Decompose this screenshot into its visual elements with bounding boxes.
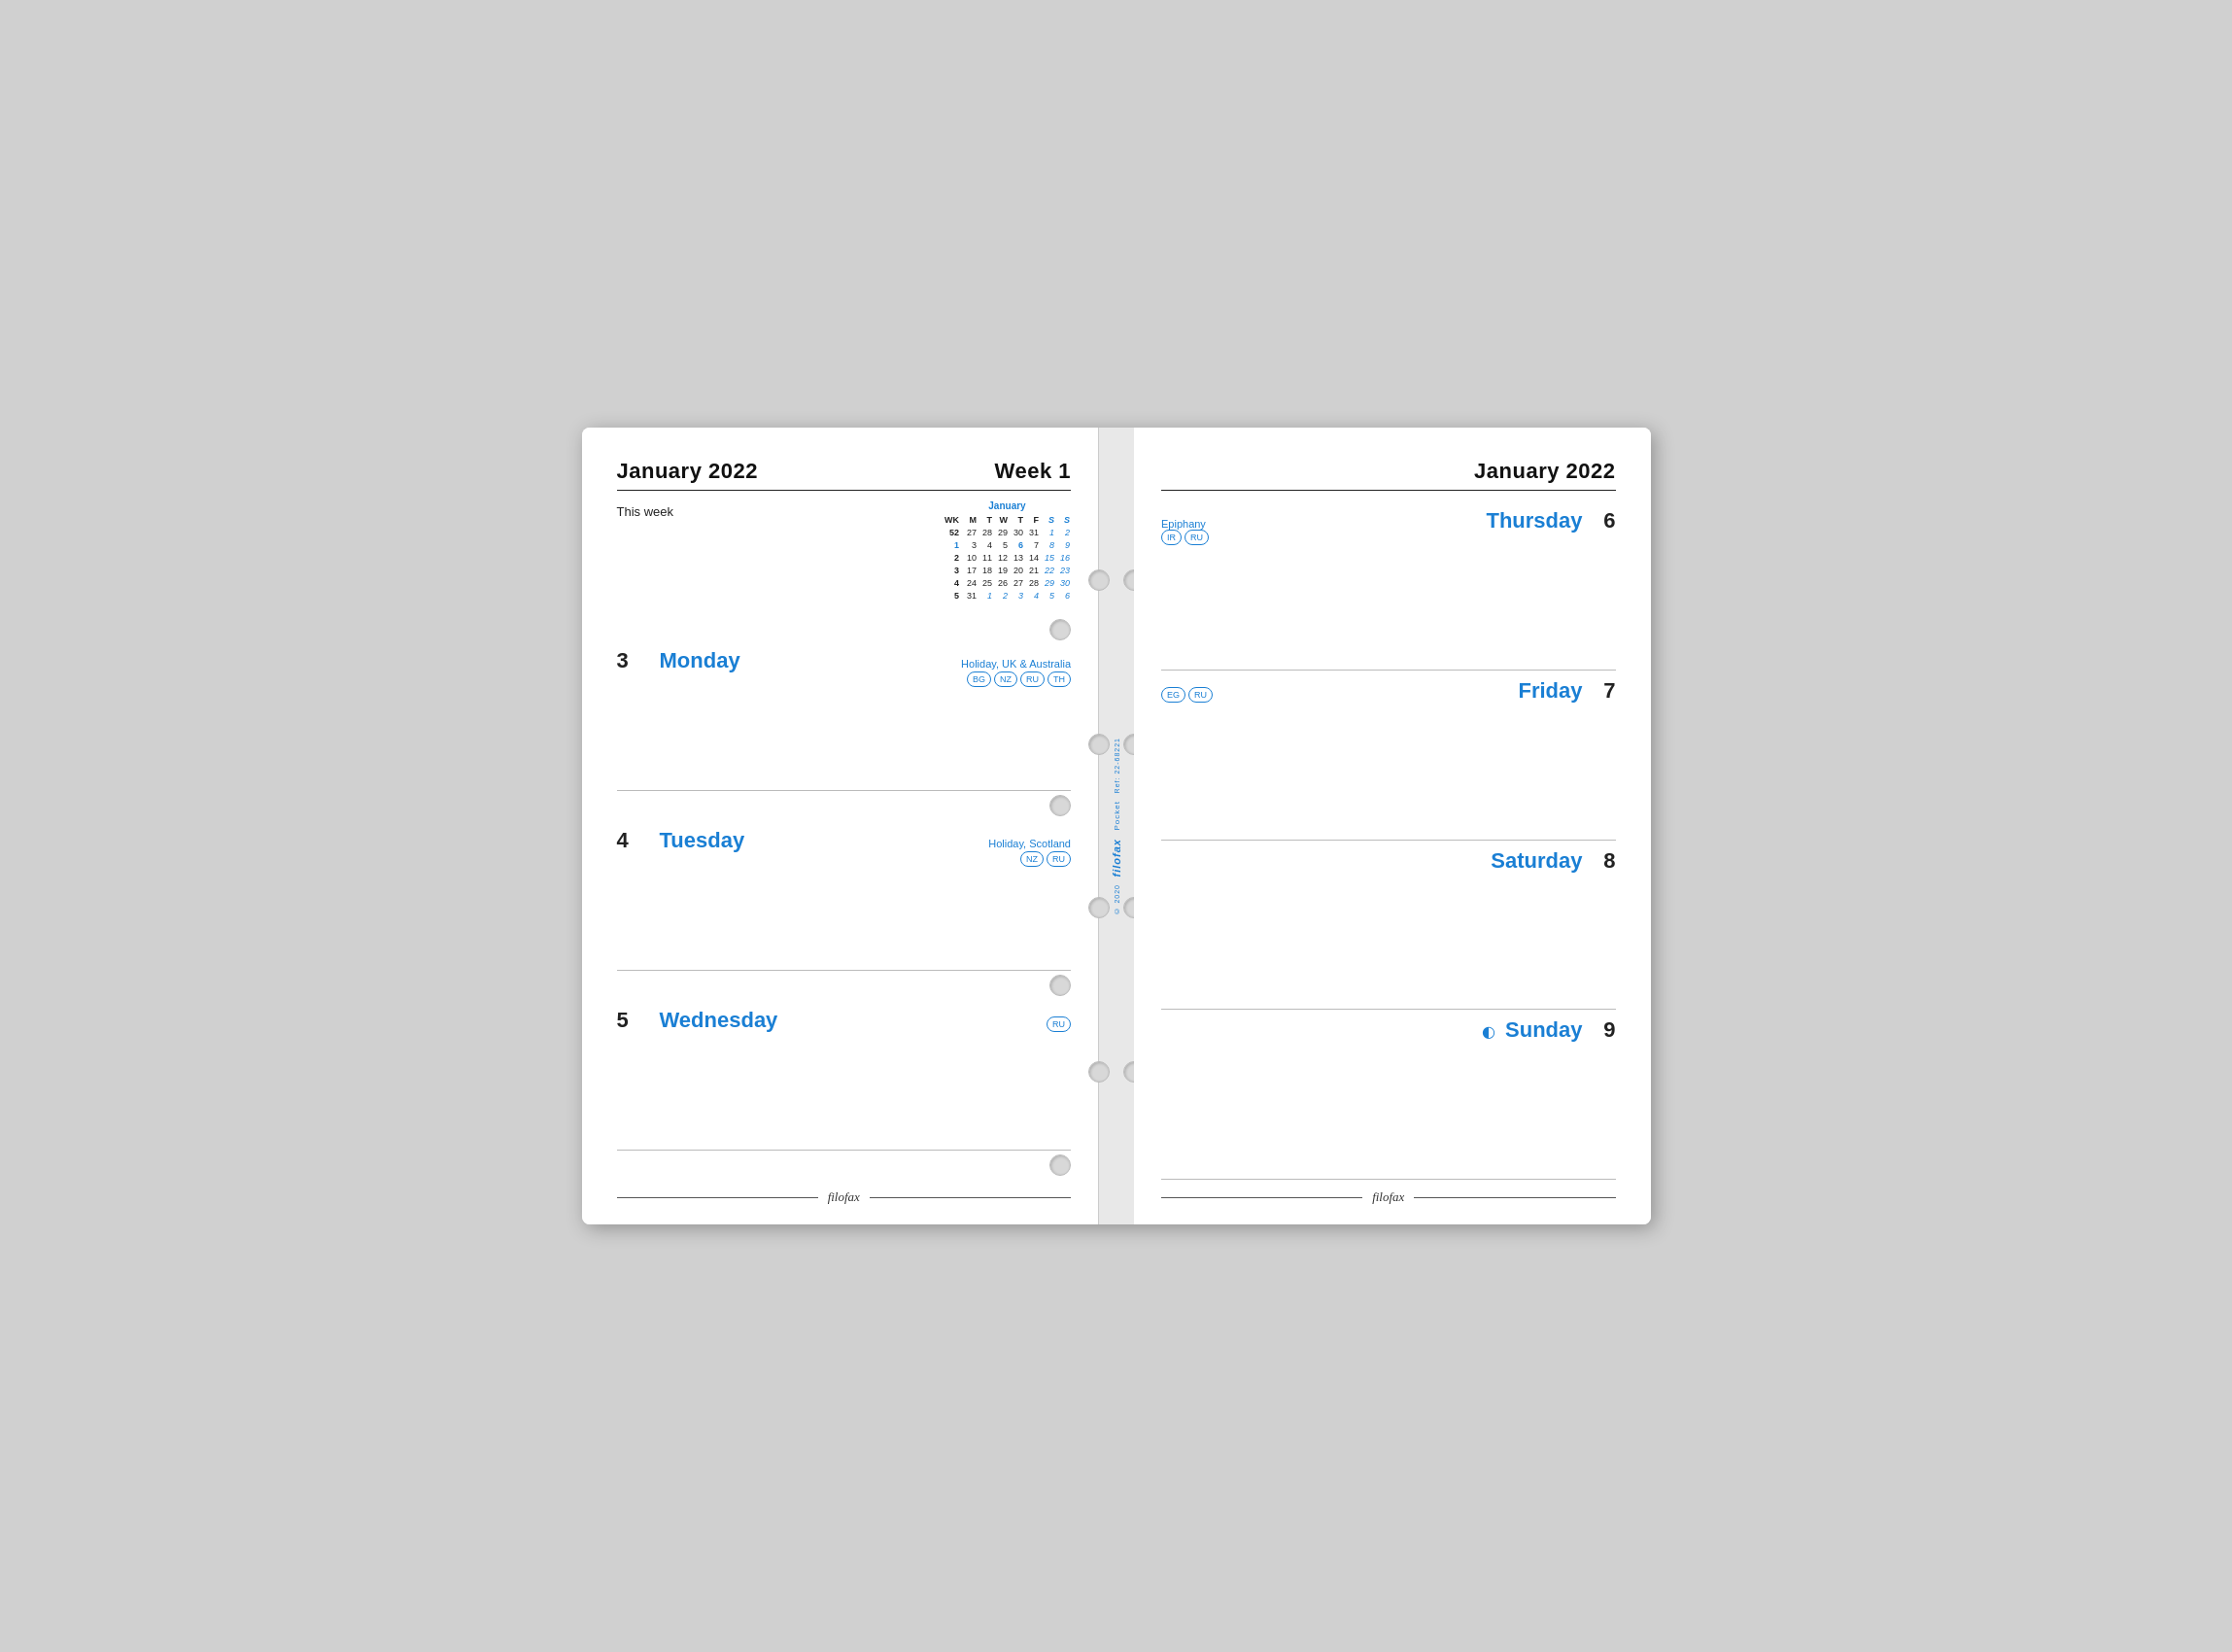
spine-hole-l4 — [1088, 1061, 1110, 1083]
tuesday-holiday-name: Holiday, Scotland — [988, 838, 1071, 849]
spine-text-group: Ref: 22-68221 Pocket filofax © 2020 — [1111, 738, 1122, 914]
sunday-number: 9 — [1593, 1017, 1616, 1043]
saturday-header: Saturday 8 — [1161, 848, 1616, 874]
friday-tags: EG RU — [1161, 687, 1213, 703]
mini-calendar-table: WKMTWTFSS 52272829303112 13456789 210111… — [944, 513, 1071, 602]
day-thursday: Epiphany IR RU Thursday 6 — [1161, 500, 1616, 671]
moon-icon: ◐ — [1482, 1022, 1495, 1041]
this-week-section: This week January WKMTWTFSS 522728293031… — [617, 500, 1072, 602]
spine-filofax: filofax — [1111, 839, 1122, 877]
spine-copyright: © 2020 — [1114, 884, 1120, 914]
spine-ref: Ref: 22-68221 — [1114, 738, 1120, 793]
monday-number: 3 — [617, 648, 640, 673]
right-footer-brand: filofax — [1362, 1189, 1414, 1205]
day-wednesday-header: 5 Wednesday RU — [617, 1008, 1072, 1033]
mini-calendar-month: January — [944, 500, 1071, 511]
tag-ru2: RU — [1047, 851, 1071, 867]
thursday-holiday-name: Epiphany — [1161, 518, 1206, 530]
sunday-name: Sunday — [1505, 1017, 1582, 1043]
thursday-name: Thursday — [1486, 508, 1582, 533]
thursday-header: Epiphany IR RU Thursday 6 — [1161, 508, 1616, 545]
right-title: January 2022 — [1474, 459, 1615, 484]
tuesday-tags: NZ RU — [988, 851, 1071, 867]
thursday-tags: IR RU — [1161, 530, 1209, 545]
footer-line-right — [870, 1197, 1071, 1198]
spine-pocket: Pocket — [1113, 801, 1121, 830]
friday-header: EG RU Friday 7 — [1161, 678, 1616, 704]
wednesday-name: Wednesday — [660, 1008, 778, 1033]
planner: January 2022 Week 1 This week January WK… — [582, 428, 1651, 1224]
tuesday-holiday: Holiday, Scotland NZ RU — [988, 838, 1071, 867]
monday-tags: BG NZ RU TH — [961, 671, 1071, 687]
left-title: January 2022 — [617, 459, 758, 484]
tag-nz2: NZ — [1020, 851, 1044, 867]
friday-number: 7 — [1593, 678, 1616, 704]
footer-line-left — [617, 1197, 818, 1198]
left-page: January 2022 Week 1 This week January WK… — [582, 428, 1100, 1224]
right-footer: filofax — [1161, 1180, 1616, 1205]
left-header: January 2022 Week 1 — [617, 459, 1072, 491]
mini-calendar: January WKMTWTFSS 52272829303112 1345678… — [944, 500, 1071, 602]
hole-1 — [1049, 619, 1071, 640]
spine-hole-l2 — [1088, 734, 1110, 755]
this-week-label: This week — [617, 504, 695, 519]
left-footer: filofax — [617, 1180, 1072, 1205]
wednesday-tags: RU — [1047, 1016, 1071, 1032]
monday-holiday: Holiday, UK & Australia BG NZ RU TH — [961, 658, 1071, 687]
saturday-number: 8 — [1593, 848, 1616, 874]
tag-eg: EG — [1161, 687, 1185, 703]
tuesday-number: 4 — [617, 828, 640, 853]
day-monday: 3 Monday Holiday, UK & Australia BG NZ R… — [617, 640, 1072, 791]
right-header: January 2022 — [1161, 459, 1616, 491]
tuesday-name: Tuesday — [660, 828, 745, 853]
tag-nz: NZ — [994, 671, 1017, 687]
day-friday: EG RU Friday 7 — [1161, 671, 1616, 841]
tag-bg: BG — [967, 671, 991, 687]
wednesday-holiday: RU — [1047, 1015, 1071, 1032]
day-monday-header: 3 Monday Holiday, UK & Australia BG NZ R… — [617, 648, 1072, 687]
saturday-name: Saturday — [1491, 848, 1582, 874]
tag-ir: IR — [1161, 530, 1182, 545]
tag-ru: RU — [1020, 671, 1045, 687]
right-footer-line-right — [1414, 1197, 1615, 1198]
spine-hole-l3 — [1088, 897, 1110, 918]
center-spine: Ref: 22-68221 Pocket filofax © 2020 — [1099, 428, 1134, 1224]
day-sunday: ◐ Sunday 9 — [1161, 1010, 1616, 1180]
day-wednesday: 5 Wednesday RU — [617, 1000, 1072, 1151]
sunday-header: ◐ Sunday 9 — [1161, 1017, 1616, 1043]
thursday-number: 6 — [1593, 508, 1616, 533]
day-tuesday-header: 4 Tuesday Holiday, Scotland NZ RU — [617, 828, 1072, 867]
monday-name: Monday — [660, 648, 740, 673]
tag-ru3: RU — [1047, 1016, 1071, 1032]
monday-holiday-name: Holiday, UK & Australia — [961, 658, 1071, 670]
day-tuesday: 4 Tuesday Holiday, Scotland NZ RU — [617, 820, 1072, 971]
friday-holiday-area: EG RU — [1161, 687, 1508, 703]
hole-2 — [1049, 795, 1071, 816]
tag-ru4: RU — [1185, 530, 1209, 545]
hole-3 — [1049, 975, 1071, 996]
tag-th: TH — [1047, 671, 1071, 687]
friday-name: Friday — [1518, 678, 1582, 704]
hole-4 — [1049, 1154, 1071, 1176]
wednesday-number: 5 — [617, 1008, 640, 1033]
spine-hole-l1 — [1088, 569, 1110, 591]
left-subtitle: Week 1 — [995, 459, 1071, 484]
left-holes — [1088, 428, 1110, 1224]
left-footer-brand: filofax — [818, 1189, 870, 1205]
day-saturday: Saturday 8 — [1161, 841, 1616, 1011]
right-footer-line-left — [1161, 1197, 1362, 1198]
right-page: January 2022 Epiphany IR RU Thursday 6 — [1134, 428, 1651, 1224]
tag-ru5: RU — [1188, 687, 1213, 703]
thursday-holiday-area: Epiphany IR RU — [1161, 518, 1476, 545]
